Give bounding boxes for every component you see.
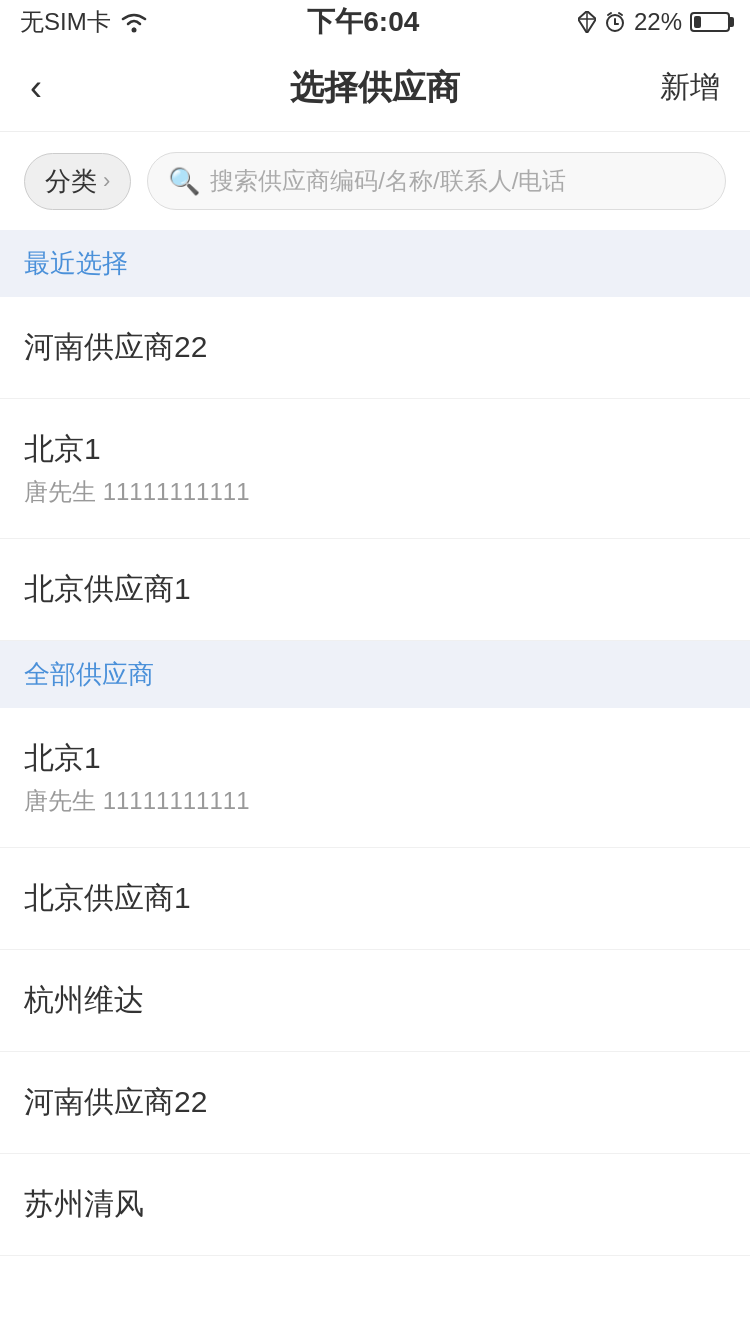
status-bar: 无SIM卡 下午6:04 22%: [0, 0, 750, 44]
item-name: 北京1: [24, 738, 726, 779]
svg-line-6: [608, 13, 611, 15]
svg-line-7: [619, 13, 622, 15]
status-left: 无SIM卡: [20, 6, 149, 38]
wifi-icon: [119, 11, 149, 33]
list-item[interactable]: 苏州清风: [0, 1154, 750, 1256]
list-item[interactable]: 北京1 唐先生 11111111111: [0, 399, 750, 539]
list-item[interactable]: 北京供应商1: [0, 848, 750, 950]
item-name: 苏州清风: [24, 1184, 726, 1225]
item-sub: 唐先生 11111111111: [24, 785, 726, 817]
item-name: 河南供应商22: [24, 1082, 726, 1123]
list-item[interactable]: 北京供应商1: [0, 539, 750, 641]
alarm-icon: [604, 11, 626, 33]
section-header-all: 全部供应商: [0, 641, 750, 708]
item-name: 北京供应商1: [24, 569, 726, 610]
item-name: 北京供应商1: [24, 878, 726, 919]
filter-bar: 分类 › 🔍 搜索供应商编码/名称/联系人/电话: [0, 132, 750, 230]
battery-icon: [690, 12, 730, 32]
search-placeholder: 搜索供应商编码/名称/联系人/电话: [210, 165, 566, 197]
section-header-recent: 最近选择: [0, 230, 750, 297]
item-name: 北京1: [24, 429, 726, 470]
sections-container: 最近选择河南供应商22 北京1 唐先生 11111111111 北京供应商1 全部供应商…: [0, 230, 750, 1256]
battery-percent: 22%: [634, 8, 682, 36]
status-right: 22%: [578, 8, 730, 36]
item-name: 河南供应商22: [24, 327, 726, 368]
search-input-wrap[interactable]: 🔍 搜索供应商编码/名称/联系人/电话: [147, 152, 726, 210]
list-item[interactable]: 杭州维达: [0, 950, 750, 1052]
chevron-right-icon: ›: [103, 168, 110, 194]
svg-point-0: [131, 28, 136, 33]
page-title: 选择供应商: [290, 65, 460, 111]
item-name: 杭州维达: [24, 980, 726, 1021]
no-sim-label: 无SIM卡: [20, 6, 111, 38]
item-sub: 唐先生 11111111111: [24, 476, 726, 508]
back-button[interactable]: ‹: [30, 67, 90, 109]
list-item[interactable]: 河南供应商22: [0, 297, 750, 399]
list-item[interactable]: 北京1 唐先生 11111111111: [0, 708, 750, 848]
status-time: 下午6:04: [307, 3, 419, 41]
category-button[interactable]: 分类 ›: [24, 153, 131, 210]
nav-bar: ‹ 选择供应商 新增: [0, 44, 750, 132]
search-icon: 🔍: [168, 166, 200, 197]
add-button[interactable]: 新增: [660, 67, 720, 108]
list-item[interactable]: 河南供应商22: [0, 1052, 750, 1154]
location-icon: [578, 11, 596, 33]
